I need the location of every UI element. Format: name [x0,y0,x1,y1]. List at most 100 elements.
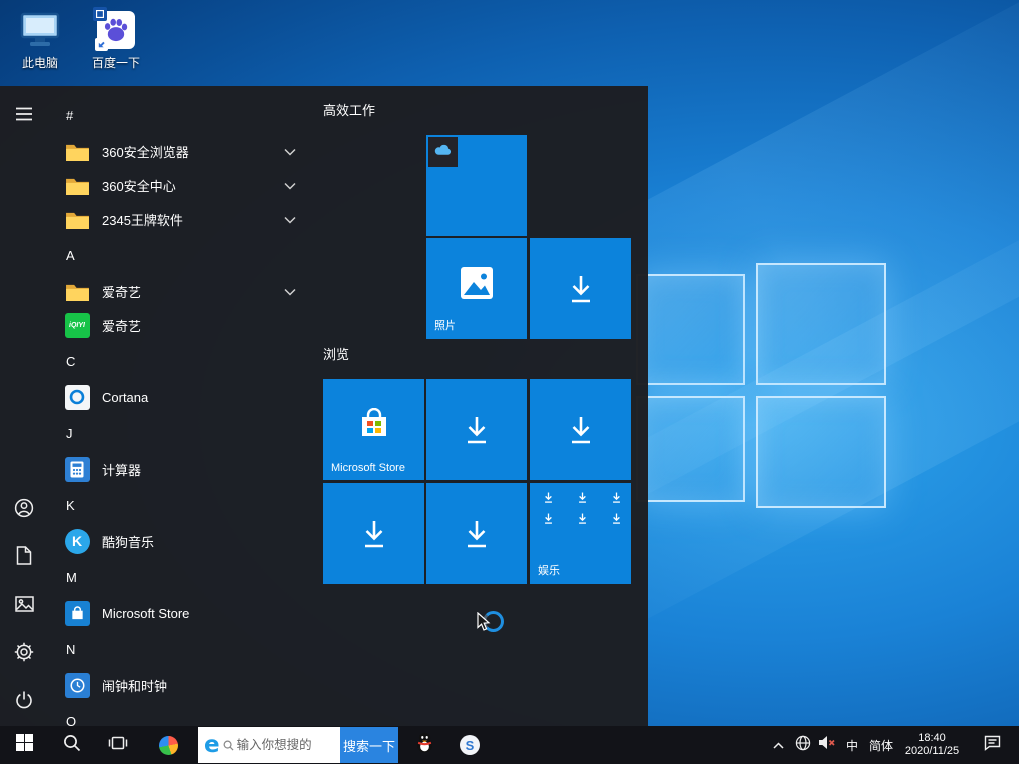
pictures-button[interactable] [0,582,48,630]
volume-muted-icon [818,735,836,755]
hamburger-icon [15,107,33,126]
pictures-icon [15,596,34,617]
calculator-icon [64,456,90,482]
ime-mode-button[interactable]: 中 [841,726,863,764]
desktop-icon-baidu[interactable]: 百度一下 [84,10,148,71]
tile-entertainment-folder[interactable]: 娱乐 [530,483,631,584]
app-item-label: 360安全中心 [102,176,176,195]
qq-penguin-icon [415,732,434,758]
chevron-down-icon[interactable] [284,144,296,159]
app-item-iqiyi-folder[interactable]: 爱奇艺 [48,274,310,308]
tile-label: 娱乐 [538,562,560,578]
edge-icon[interactable]: e [204,734,220,757]
power-icon [14,690,34,715]
tray-overflow-button[interactable] [766,726,790,764]
tile-download-placeholder[interactable] [530,379,631,480]
folder-icon [64,138,90,164]
chevron-down-icon[interactable] [284,178,296,193]
chevron-down-icon[interactable] [284,212,296,227]
app-item-label: 爱奇艺 [102,316,141,335]
tile-group-title[interactable]: 高效工作 [323,100,375,119]
clock-icon [64,672,90,698]
ime-language-button[interactable]: 简体 [864,726,898,764]
iqiyi-icon: iQIYI [64,312,90,338]
onedrive-cloud-icon [433,143,453,161]
search-field-icon [223,740,234,751]
mini-download-arrows [540,491,624,525]
app-section-header[interactable]: M [48,558,310,596]
windows-desktop: 此电脑 百度一下 [0,0,1019,764]
start-app-list: # 360安全浏览器 360安全中心 [48,86,310,726]
app-item-alarms-clock[interactable]: 闹钟和时钟 [48,668,310,702]
desktop-icon-label: 此电脑 [8,54,72,71]
app-section-header[interactable]: # [48,96,310,134]
settings-button[interactable] [0,630,48,678]
task-view-button[interactable] [96,726,140,764]
app-item-calculator[interactable]: 计算器 [48,452,310,486]
app-section-header[interactable]: N [48,630,310,668]
app-item-iqiyi[interactable]: iQIYI 爱奇艺 [48,308,310,342]
app-section-header[interactable]: C [48,342,310,380]
qq-button[interactable] [404,726,444,764]
clock-button[interactable]: 18:40 2020/11/25 [900,726,964,764]
globe-network-icon [795,735,811,756]
pinwheel-browser-icon [159,736,178,755]
gear-icon [14,642,34,667]
power-button[interactable] [0,678,48,726]
tile-download-placeholder[interactable] [323,483,424,584]
app-item-cortana[interactable]: Cortana [48,380,310,414]
pinned-browser-button[interactable] [146,726,190,764]
web-search-go-button[interactable]: 搜索一下 [340,727,398,763]
folder-icon [64,206,90,232]
app-item-label: Microsoft Store [102,606,189,621]
app-section-header[interactable]: K [48,486,310,524]
kugou-icon: K [64,528,90,554]
download-arrow-icon [530,238,631,339]
taskbar-search-button[interactable] [50,726,94,764]
app-item-label: 计算器 [102,460,141,479]
app-item-360-center[interactable]: 360安全中心 [48,168,310,202]
network-button[interactable] [791,726,815,764]
desktop-icon-label: 百度一下 [84,54,148,71]
chevron-down-icon[interactable] [284,284,296,299]
app-item-microsoft-store[interactable]: Microsoft Store [48,596,310,630]
account-button[interactable] [0,486,48,534]
start-menu: # 360安全浏览器 360安全中心 [0,86,648,726]
sogou-button[interactable]: S [450,726,490,764]
taskbar-web-search-box[interactable]: e [198,727,340,763]
app-section-header[interactable]: A [48,236,310,274]
tile-download-placeholder[interactable] [426,379,527,480]
app-section-header[interactable]: O [48,702,310,726]
windows-logo-icon [16,734,33,756]
tile-onedrive[interactable] [428,137,458,167]
download-arrow-icon [323,483,424,584]
sogou-icon: S [460,735,480,755]
windows-logo-pane [756,263,886,385]
tray-date: 2020/11/25 [905,745,959,758]
app-section-header[interactable]: J [48,414,310,452]
app-item-2345[interactable]: 2345王牌软件 [48,202,310,236]
documents-button[interactable] [0,534,48,582]
tile-download-placeholder[interactable] [530,238,631,339]
volume-button[interactable] [814,726,840,764]
desktop-icon-this-pc[interactable]: 此电脑 [8,10,72,71]
mouse-cursor [477,612,491,637]
download-arrow-icon [426,483,527,584]
expand-menu-button[interactable] [0,92,48,140]
this-pc-icon [19,10,61,50]
start-button[interactable] [0,726,48,764]
action-center-button[interactable] [972,726,1012,764]
task-view-icon [108,735,128,756]
tile-download-placeholder[interactable] [426,483,527,584]
cortana-icon [64,384,90,410]
tile-photos[interactable]: 照片 [426,238,527,339]
tile-microsoft-store[interactable]: Microsoft Store [323,379,424,480]
baidu-icon [95,10,137,50]
start-menu-rail [0,86,48,726]
web-search-input[interactable] [237,738,337,752]
folder-icon [64,278,90,304]
app-item-360-browser[interactable]: 360安全浏览器 [48,134,310,168]
tile-group-title[interactable]: 浏览 [323,344,349,363]
app-item-kugou[interactable]: K 酷狗音乐 [48,524,310,558]
search-icon [63,734,81,757]
